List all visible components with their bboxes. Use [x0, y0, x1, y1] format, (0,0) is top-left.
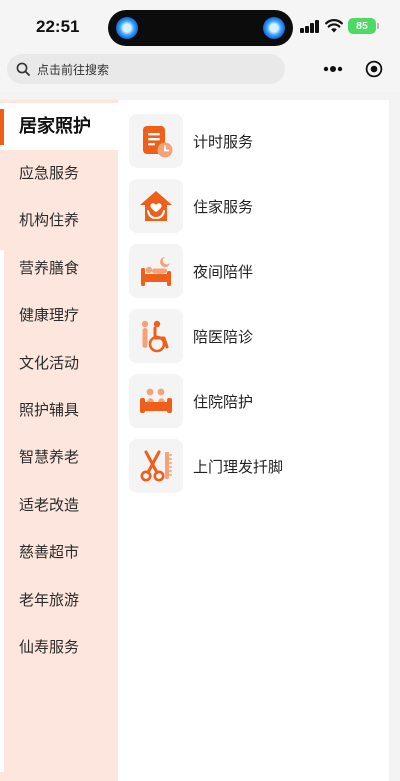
category-label: 适老改造	[19, 496, 80, 514]
category-item-smart-elderly[interactable]: 智慧养老	[0, 434, 118, 481]
category-label: 健康理疗	[19, 306, 80, 324]
service-label: 上门理发扦脚	[193, 458, 284, 476]
search-row: 点击前往搜索	[0, 54, 400, 92]
service-label: 计时服务	[193, 133, 254, 151]
service-item-night-companion[interactable]: 夜间陪伴	[129, 244, 379, 298]
page-background-edge	[389, 100, 400, 781]
category-label: 居家照护	[19, 116, 91, 137]
night-bed-icon	[129, 244, 183, 298]
timer-document-icon	[129, 114, 183, 168]
category-item-emergency[interactable]: 应急服务	[0, 150, 118, 197]
category-item-charity-market[interactable]: 慈善超市	[0, 529, 118, 576]
service-item-inpatient-care[interactable]: 住院陪护	[129, 374, 379, 428]
home-care-icon	[129, 179, 183, 233]
search-placeholder: 点击前往搜索	[37, 63, 110, 77]
hospital-bed-icon	[129, 374, 183, 428]
category-label: 营养膳食	[19, 259, 80, 277]
dynamic-island	[108, 10, 293, 46]
scissors-comb-icon	[129, 439, 183, 493]
target-circle-icon[interactable]	[365, 60, 383, 78]
category-label: 应急服务	[19, 164, 80, 182]
more-dots-icon[interactable]	[318, 62, 348, 76]
service-label: 住家服务	[193, 198, 254, 216]
category-item-care-aids[interactable]: 照护辅具	[0, 387, 118, 434]
service-item-haircut-pedicure[interactable]: 上门理发扦脚	[129, 439, 379, 493]
category-label: 文化活动	[19, 354, 80, 372]
category-item-culture[interactable]: 文化活动	[0, 340, 118, 387]
status-bar: 22:51 85	[0, 0, 400, 54]
service-item-hospital-escort[interactable]: 陪医陪诊	[129, 309, 379, 363]
wifi-icon	[325, 19, 343, 33]
service-label: 住院陪护	[193, 393, 254, 411]
service-item-hourly[interactable]: 计时服务	[129, 114, 379, 168]
category-item-funeral[interactable]: 仙寿服务	[0, 624, 118, 671]
category-item-health-therapy[interactable]: 健康理疗	[0, 292, 118, 339]
category-item-nutrition[interactable]: 营养膳食	[0, 245, 118, 292]
island-right-icon	[263, 17, 285, 39]
active-indicator	[0, 109, 4, 145]
category-label: 老年旅游	[19, 591, 80, 609]
category-item-renovation[interactable]: 适老改造	[0, 482, 118, 529]
search-icon	[16, 62, 30, 76]
wheelchair-icon	[129, 309, 183, 363]
service-label: 陪医陪诊	[193, 328, 254, 346]
search-input[interactable]: 点击前往搜索	[7, 54, 285, 84]
battery-icon: 85	[348, 18, 376, 34]
service-list: 计时服务 住家服务 夜间陪伴 陪医陪诊 住院陪护 上门理发扦脚	[118, 100, 389, 781]
cellular-signal-icon	[300, 20, 320, 33]
category-label: 照护辅具	[19, 401, 80, 419]
category-label: 机构住养	[19, 211, 80, 229]
service-label: 夜间陪伴	[193, 263, 254, 281]
category-item-senior-travel[interactable]: 老年旅游	[0, 577, 118, 624]
category-label: 仙寿服务	[19, 638, 80, 656]
category-label: 慈善超市	[19, 543, 80, 561]
status-time: 22:51	[36, 17, 80, 36]
battery-tip	[377, 23, 379, 29]
island-left-icon	[116, 17, 138, 39]
category-label: 智慧养老	[19, 448, 80, 466]
category-sidebar: 居家照护 应急服务 机构住养 营养膳食 健康理疗 文化活动 照护辅具 智慧养老 …	[0, 100, 118, 781]
service-item-live-in[interactable]: 住家服务	[129, 179, 379, 233]
category-item-institution[interactable]: 机构住养	[0, 197, 118, 244]
category-item-home-care[interactable]: 居家照护	[0, 103, 118, 150]
